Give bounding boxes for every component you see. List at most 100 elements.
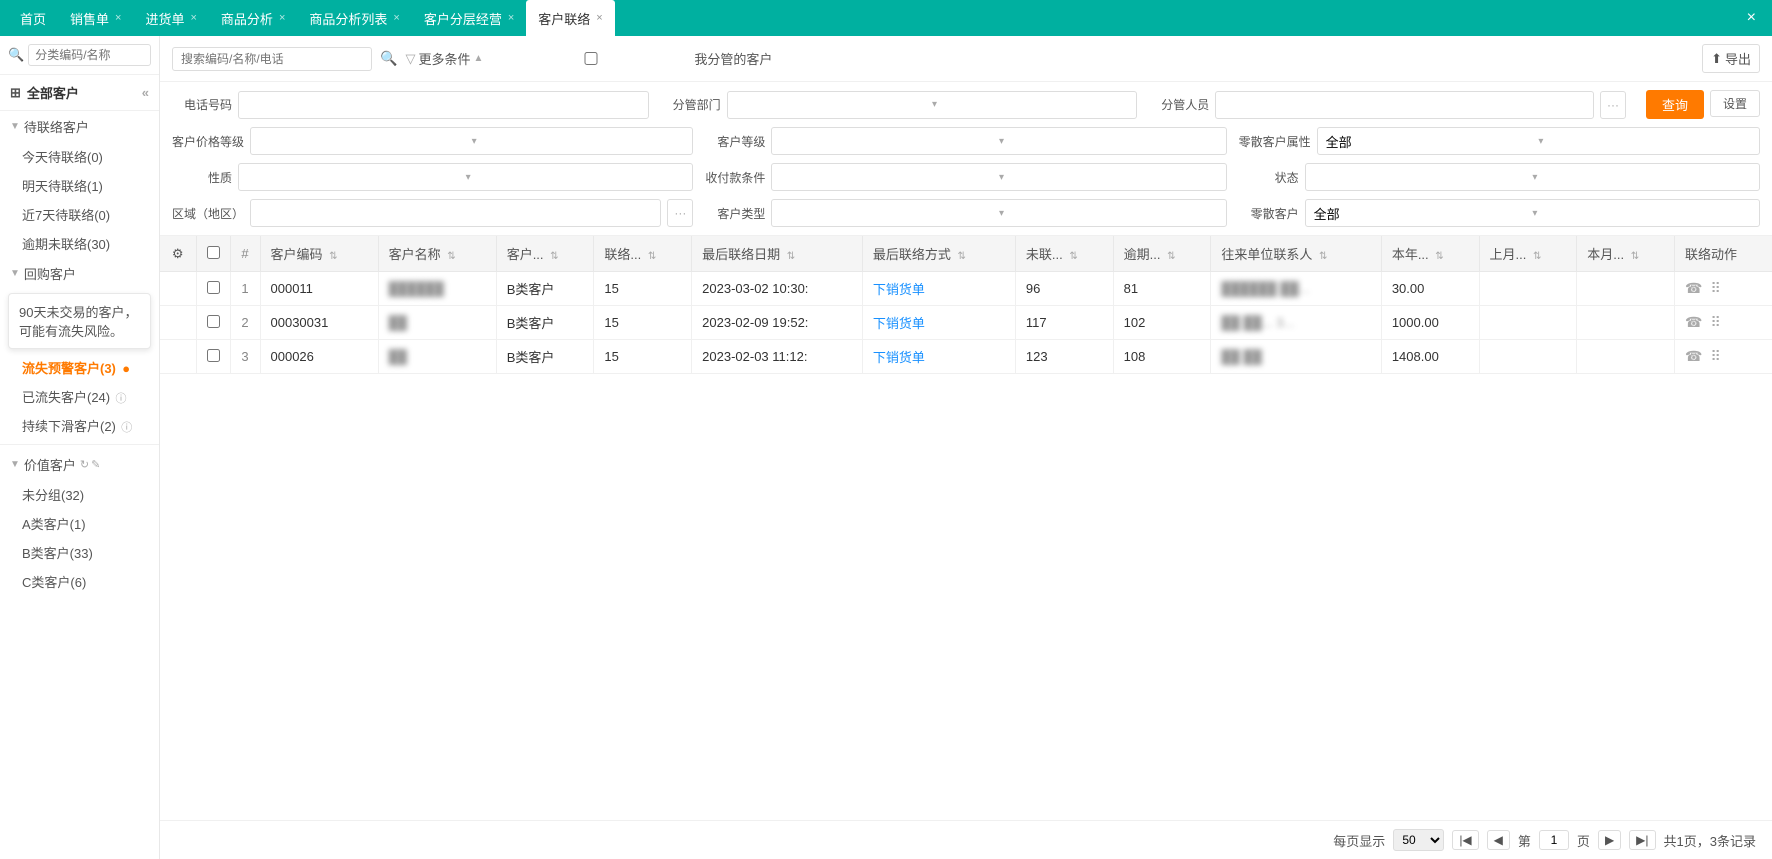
my-customers-checkbox[interactable]: 我分管的客户 — [491, 49, 772, 68]
query-button[interactable]: 查询 — [1646, 90, 1704, 119]
sidebar-group-pending[interactable]: ▼ 待联络客户 — [0, 111, 159, 142]
nav-item-customer-tier[interactable]: 客户分层经营 × — [412, 0, 526, 36]
page-size-select[interactable]: 20 50 100 — [1393, 829, 1444, 851]
nav-item-customer-contact[interactable]: 客户联络 × — [526, 0, 614, 36]
sidebar-item-churned[interactable]: 已流失客户(24) ⓘ — [0, 382, 159, 411]
nav-product-analysis-list-close[interactable]: × — [393, 12, 399, 24]
col-name[interactable]: 客户名称 ⇅ — [378, 236, 496, 272]
row-last-contact-way-0[interactable]: 下销货单 — [862, 272, 1015, 306]
sidebar-item-class-c[interactable]: C类客户(6) — [0, 567, 159, 596]
nav-sales-close[interactable]: × — [115, 12, 121, 24]
col-this-year[interactable]: 本年... ⇅ — [1381, 236, 1479, 272]
value-refresh-icon[interactable]: ↻ — [80, 458, 89, 471]
value-edit-icon[interactable]: ✎ — [91, 458, 100, 471]
action-phone-icon-2[interactable]: ☎ — [1685, 348, 1702, 365]
search-button[interactable]: 🔍 — [380, 50, 397, 67]
first-page-btn[interactable]: |◀ — [1452, 830, 1478, 850]
col-contact[interactable]: 联络... ⇅ — [594, 236, 692, 272]
sidebar-item-ungrouped[interactable]: 未分组(32) — [0, 480, 159, 509]
action-more-icon-1[interactable]: ⠿ — [1710, 314, 1720, 331]
col-action: 联络动作 — [1675, 236, 1772, 272]
nav-item-sales[interactable]: 销售单 × — [58, 0, 133, 36]
sidebar-item-declining[interactable]: 持续下滑客户(2) ⓘ — [0, 411, 159, 440]
row-checkbox-1[interactable] — [207, 315, 220, 328]
filter-dept-select[interactable]: ▾ — [727, 91, 1138, 119]
row-last-month-1 — [1479, 306, 1577, 340]
col-last-month[interactable]: 上月... ⇅ — [1479, 236, 1577, 272]
filter-phone-input[interactable] — [238, 91, 649, 119]
col-tier[interactable]: 客户... ⇅ — [496, 236, 594, 272]
action-more-icon-0[interactable]: ⠿ — [1710, 280, 1720, 297]
col-unit-contact[interactable]: 往来单位联系人 ⇅ — [1211, 236, 1381, 272]
col-this-month[interactable]: 本月... ⇅ — [1577, 236, 1675, 272]
col-num: # — [230, 236, 260, 272]
filter-region-input[interactable] — [250, 199, 661, 227]
nav-customer-tier-close[interactable]: × — [508, 12, 514, 24]
filter-payment-select[interactable]: ▾ — [771, 163, 1226, 191]
sidebar-group-value[interactable]: ▼ 价值客户 ↻ ✎ — [0, 449, 159, 480]
col-last-contact-date[interactable]: 最后联络日期 ⇅ — [692, 236, 863, 272]
filter-person-input[interactable] — [1215, 91, 1594, 119]
filter-zero-customer-select[interactable]: 全部 ▾ — [1305, 199, 1760, 227]
prev-page-btn[interactable]: ◀ — [1487, 830, 1510, 850]
filter-price-tier-select[interactable]: ▾ — [250, 127, 693, 155]
nav-home-label: 首页 — [20, 9, 46, 28]
adv-filter-row-4: 区域（地区） ··· 客户类型 ▾ 零散客户 全部 ▾ — [172, 199, 1760, 227]
sidebar-item-7day-pending[interactable]: 近7天待联络(0) — [0, 200, 159, 229]
col-last-contact-way[interactable]: 最后联络方式 ⇅ — [862, 236, 1015, 272]
sidebar-group-repurchase[interactable]: ▼ 回购客户 — [0, 258, 159, 289]
action-phone-icon-0[interactable]: ☎ — [1685, 280, 1702, 297]
sidebar-item-tomorrow-pending[interactable]: 明天待联络(1) — [0, 171, 159, 200]
row-last-contact-way-1[interactable]: 下销货单 — [862, 306, 1015, 340]
filter-person-dots[interactable]: ··· — [1600, 91, 1626, 119]
row-action-1: ☎ ⠿ — [1675, 306, 1772, 340]
col-code[interactable]: 客户编码 ⇅ — [260, 236, 378, 272]
next-page-btn[interactable]: ▶ — [1598, 830, 1621, 850]
nav-item-purchase[interactable]: 进货单 × — [133, 0, 208, 36]
search-input[interactable] — [172, 47, 372, 71]
action-phone-icon-1[interactable]: ☎ — [1685, 314, 1702, 331]
row-checkbox-2[interactable] — [207, 349, 220, 362]
filter-nature-select[interactable]: ▾ — [238, 163, 693, 191]
action-more-icon-2[interactable]: ⠿ — [1710, 348, 1720, 365]
select-all-checkbox[interactable] — [207, 246, 220, 259]
settings-button[interactable]: 设置 — [1710, 90, 1760, 117]
sidebar-collapse-icon[interactable]: « — [142, 85, 149, 100]
sidebar-all-customers[interactable]: ⊞ 全部客户 « — [0, 75, 159, 111]
last-contact-way-link-1[interactable]: 下销货单 — [873, 316, 925, 331]
last-contact-way-link-2[interactable]: 下销货单 — [873, 350, 925, 365]
nav-item-home[interactable]: 首页 — [8, 0, 58, 36]
sidebar-item-overdue-pending[interactable]: 逾期未联络(30) — [0, 229, 159, 258]
my-customers-check[interactable] — [491, 52, 691, 65]
col-overdue[interactable]: 逾期... ⇅ — [1113, 236, 1211, 272]
row-contact-2: 15 — [594, 340, 692, 374]
sidebar-item-churn-warning[interactable]: 流失预警客户(3) ● — [0, 353, 159, 382]
nav-product-analysis-close[interactable]: × — [279, 12, 285, 24]
filter-customer-tier-select[interactable]: ▾ — [771, 127, 1226, 155]
filter-region-dots[interactable]: ··· — [667, 199, 693, 227]
export-button[interactable]: ⬆ 导出 — [1702, 44, 1760, 73]
nav-close-all[interactable]: × — [1739, 9, 1764, 27]
row-last-contact-way-2[interactable]: 下销货单 — [862, 340, 1015, 374]
more-conditions-btn[interactable]: ▽ 更多条件 ▲ — [405, 49, 483, 68]
filter-customer-type-select[interactable]: ▾ — [771, 199, 1226, 227]
nav-customer-contact-close[interactable]: × — [596, 12, 602, 24]
col-settings[interactable]: ⚙ — [160, 236, 196, 272]
filter-field-dept: 分管部门 ▾ — [661, 91, 1138, 119]
sidebar-search-input[interactable] — [28, 44, 151, 66]
col-not-contacted[interactable]: 未联... ⇅ — [1015, 236, 1113, 272]
nav-purchase-close[interactable]: × — [190, 12, 196, 24]
sidebar-item-today-pending[interactable]: 今天待联络(0) — [0, 142, 159, 171]
filter-field-status: 状态 ▾ — [1239, 163, 1760, 191]
sidebar-item-class-a[interactable]: A类客户(1) — [0, 509, 159, 538]
page-number-input[interactable] — [1539, 830, 1569, 850]
customers-table: ⚙ # 客户编码 ⇅ 客户名称 ⇅ 客户... ⇅ 联络... ⇅ 最后联络日期… — [160, 236, 1772, 374]
last-contact-way-link-0[interactable]: 下销货单 — [873, 282, 925, 297]
nav-item-product-analysis[interactable]: 商品分析 × — [209, 0, 297, 36]
nav-item-product-analysis-list[interactable]: 商品分析列表 × — [297, 0, 411, 36]
last-page-btn[interactable]: ▶| — [1629, 830, 1655, 850]
filter-status-select[interactable]: ▾ — [1305, 163, 1760, 191]
sidebar-item-class-b[interactable]: B类客户(33) — [0, 538, 159, 567]
filter-zero-attr-select[interactable]: 全部 ▾ — [1317, 127, 1760, 155]
row-checkbox-0[interactable] — [207, 281, 220, 294]
